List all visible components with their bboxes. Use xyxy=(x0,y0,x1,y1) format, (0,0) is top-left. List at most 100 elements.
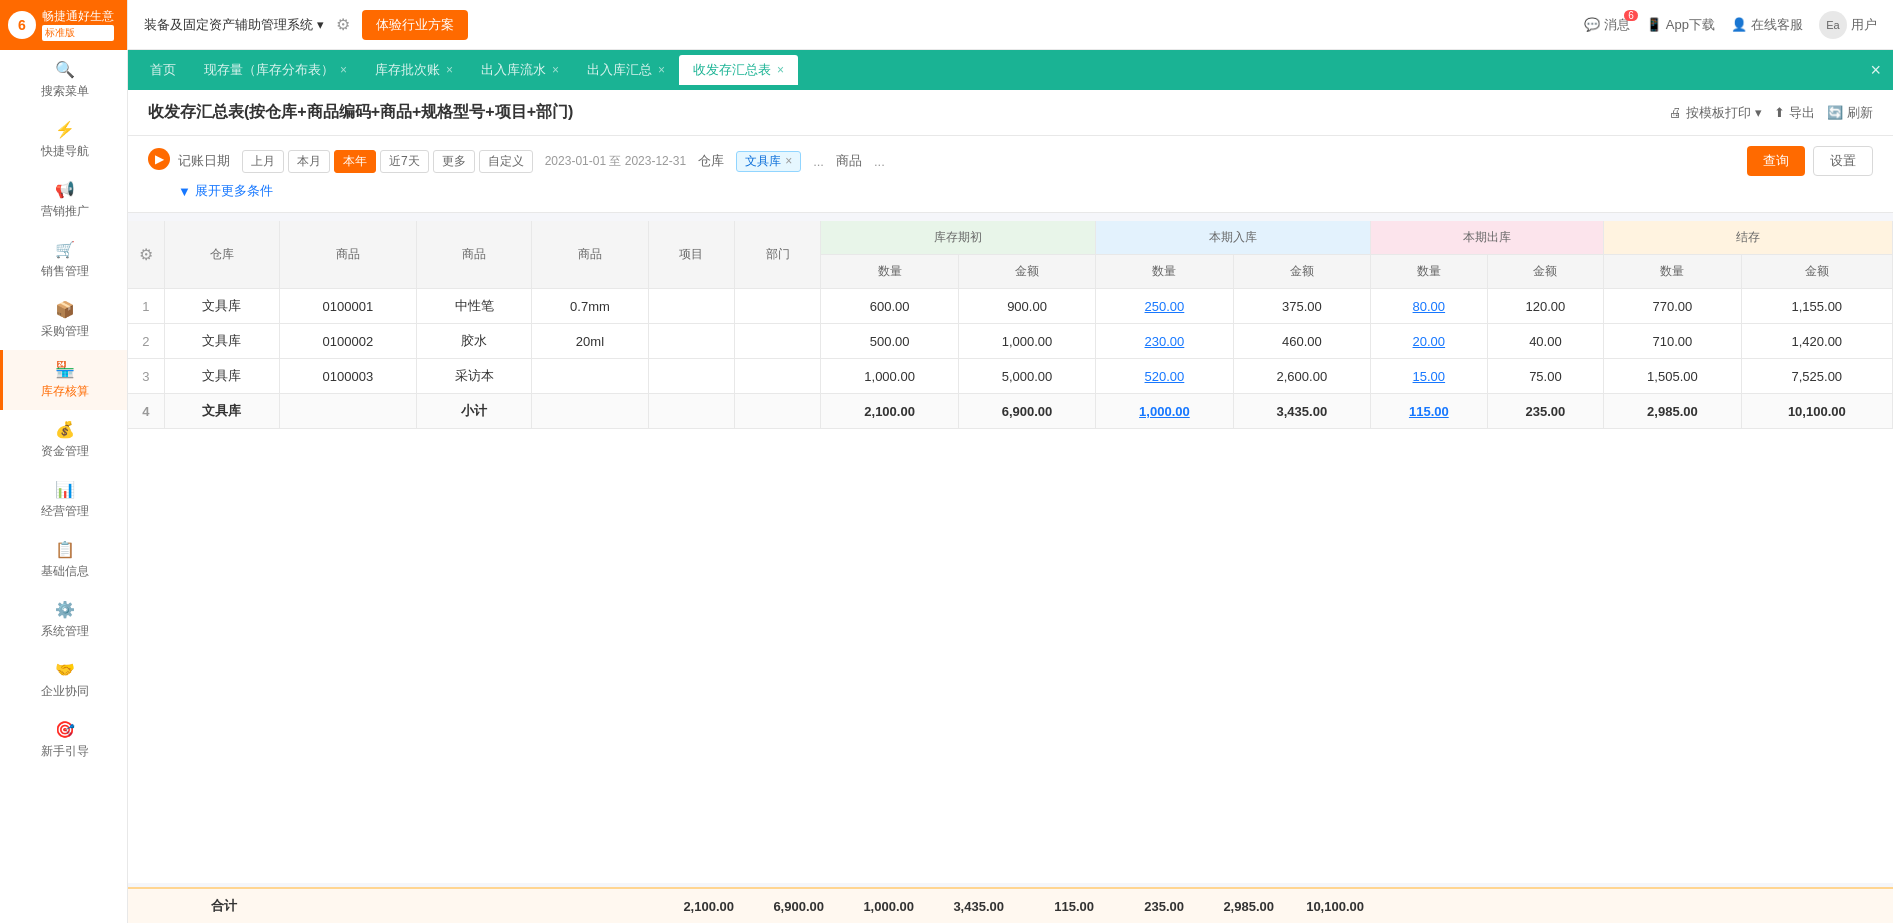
out-qty-link[interactable]: 15.00 xyxy=(1413,369,1446,384)
query-button[interactable]: 查询 xyxy=(1747,146,1805,176)
sidebar-item-base[interactable]: 📋基础信息 xyxy=(0,530,127,590)
table-section: ⚙ 仓库 商品 商品 商品 项目 部门 库存期初 本期入库 本期出库 结存 xyxy=(128,221,1893,883)
sidebar-label-sales: 销售管理 xyxy=(41,263,89,280)
sidebar-item-enterprise[interactable]: 🤝企业协同 xyxy=(0,650,127,710)
sidebar-item-system[interactable]: ⚙️系统管理 xyxy=(0,590,127,650)
settings-icon[interactable]: ⚙ xyxy=(336,15,350,34)
sidebar-item-quick[interactable]: ⚡快捷导航 xyxy=(0,110,127,170)
date-btn-本月[interactable]: 本月 xyxy=(288,150,330,173)
cell-bal-amt: 10,100.00 xyxy=(1741,394,1892,429)
warehouse-more[interactable]: ... xyxy=(813,154,824,169)
settings-button[interactable]: 设置 xyxy=(1813,146,1873,176)
cell-in-amt: 3,435.00 xyxy=(1233,394,1370,429)
sidebar-label-finance: 资金管理 xyxy=(41,443,89,460)
trial-button[interactable]: 体验行业方案 xyxy=(362,10,468,40)
tab-close-stock-dist[interactable]: × xyxy=(340,63,347,77)
expand-more-button[interactable]: ▼ 展开更多条件 xyxy=(178,176,1873,202)
cell-warehouse: 文具库 xyxy=(164,324,279,359)
sidebar-item-marketing[interactable]: 📢 营销推广 xyxy=(0,170,127,230)
cell-name: 中性笔 xyxy=(417,289,532,324)
th-opening-group: 库存期初 xyxy=(821,221,1096,255)
in-qty-link[interactable]: 230.00 xyxy=(1145,334,1185,349)
sidebar: 6 畅捷通好生意 标准版 🔍搜索菜单⚡快捷导航📢营销推广🛒销售管理📦采购管理🏪库… xyxy=(0,0,128,923)
tab-inout-summary[interactable]: 出入库汇总× xyxy=(573,55,679,85)
cell-warehouse: 文具库 xyxy=(164,289,279,324)
sidebar-item-operations[interactable]: 📊经营管理 xyxy=(0,470,127,530)
product-filter-label: 商品 xyxy=(836,152,862,170)
tab-close-batch[interactable]: × xyxy=(446,63,453,77)
out-qty-link[interactable]: 80.00 xyxy=(1413,299,1446,314)
date-range-display: 2023-01-01 至 2023-12-31 xyxy=(545,153,686,170)
warehouse-tag-close[interactable]: × xyxy=(785,154,792,168)
in-qty-link[interactable]: 520.00 xyxy=(1145,369,1185,384)
date-btn-上月[interactable]: 上月 xyxy=(242,150,284,173)
table-row: 1 文具库 0100001 中性笔 0.7mm 600.00 900.00 25… xyxy=(128,289,1893,324)
top-header: 装备及固定资产辅助管理系统 ▾ ⚙ 体验行业方案 💬 消息 6 📱 App下载 … xyxy=(128,0,1893,50)
close-all-tabs-button[interactable]: × xyxy=(1866,56,1885,85)
th-product-spec: 商品 xyxy=(532,221,649,289)
tab-close-inout-flow[interactable]: × xyxy=(552,63,559,77)
footer-in-amt: 3,435.00 xyxy=(924,899,1014,914)
tab-receive-summary[interactable]: 收发存汇总表× xyxy=(679,55,798,85)
inventory-icon: 🏪 xyxy=(55,360,75,379)
sidebar-item-search[interactable]: 🔍搜索菜单 xyxy=(0,50,127,110)
sidebar-item-finance[interactable]: 💰资金管理 xyxy=(0,410,127,470)
cell-in-amt: 460.00 xyxy=(1233,324,1370,359)
cell-open-amt: 5,000.00 xyxy=(958,359,1095,394)
table-gear-icon[interactable]: ⚙ xyxy=(139,246,153,263)
sidebar-item-purchase[interactable]: 📦采购管理 xyxy=(0,290,127,350)
app-download-label: App下载 xyxy=(1666,16,1715,34)
tab-inout-flow[interactable]: 出入库流水× xyxy=(467,55,573,85)
cell-project xyxy=(648,289,734,324)
cell-open-qty: 2,100.00 xyxy=(821,394,958,429)
sidebar-item-inventory[interactable]: 🏪库存核算 xyxy=(0,350,127,410)
cell-in-qty: 520.00 xyxy=(1096,359,1233,394)
cell-out-amt: 75.00 xyxy=(1487,359,1604,394)
cell-bal-qty: 2,985.00 xyxy=(1604,394,1741,429)
cell-spec: 20ml xyxy=(532,324,649,359)
tab-stock-dist[interactable]: 现存量（库存分布表） × xyxy=(190,55,361,85)
table-row: 4 文具库 小计 2,100.00 6,900.00 1,000.00 3,43… xyxy=(128,394,1893,429)
online-service-item[interactable]: 👤 在线客服 xyxy=(1731,16,1803,34)
marketing-icon: 📢 xyxy=(55,180,75,199)
sidebar-label-marketing: 营销推广 xyxy=(41,203,89,220)
cell-dept xyxy=(735,324,821,359)
header-right: 💬 消息 6 📱 App下载 👤 在线客服 Ea 用户 xyxy=(1584,11,1877,39)
tab-batch[interactable]: 库存批次账× xyxy=(361,55,467,85)
tab-home[interactable]: 首页 xyxy=(136,55,190,85)
date-btn-更多[interactable]: 更多 xyxy=(433,150,475,173)
cell-name: 胶水 xyxy=(417,324,532,359)
page-header: 收发存汇总表(按仓库+商品编码+商品+规格型号+项目+部门) 🖨 按模板打印 ▾… xyxy=(128,90,1893,136)
th-open-amt: 金额 xyxy=(958,255,1095,289)
export-button[interactable]: ⬆ 导出 xyxy=(1774,104,1815,122)
th-bal-qty: 数量 xyxy=(1604,255,1741,289)
filter-collapse-button[interactable]: ▶ xyxy=(148,148,170,170)
app-download-item[interactable]: 📱 App下载 xyxy=(1646,16,1715,34)
sidebar-item-newbie[interactable]: 🎯新手引导 xyxy=(0,710,127,770)
tab-close-receive-summary[interactable]: × xyxy=(777,63,784,77)
out-qty-link[interactable]: 20.00 xyxy=(1413,334,1446,349)
warehouse-tag: 文具库 × xyxy=(736,151,801,172)
tab-close-inout-summary[interactable]: × xyxy=(658,63,665,77)
date-btn-本年[interactable]: 本年 xyxy=(334,150,376,173)
product-more[interactable]: ... xyxy=(874,154,885,169)
refresh-button[interactable]: 🔄 刷新 xyxy=(1827,104,1873,122)
logo-badge: 标准版 xyxy=(42,25,114,41)
cell-open-amt: 900.00 xyxy=(958,289,1095,324)
cell-code: 0100002 xyxy=(279,324,416,359)
out-qty-link[interactable]: 115.00 xyxy=(1409,404,1449,419)
system-title-dropdown[interactable]: 装备及固定资产辅助管理系统 ▾ xyxy=(144,16,324,34)
sidebar-item-sales[interactable]: 🛒销售管理 xyxy=(0,230,127,290)
in-qty-link[interactable]: 1,000.00 xyxy=(1139,404,1190,419)
print-template-button[interactable]: 🖨 按模板打印 ▾ xyxy=(1669,104,1762,122)
message-item[interactable]: 💬 消息 6 xyxy=(1584,16,1630,34)
user-item[interactable]: Ea 用户 xyxy=(1819,11,1877,39)
date-btn-自定义[interactable]: 自定义 xyxy=(479,150,533,173)
th-out-amt: 金额 xyxy=(1487,255,1604,289)
in-qty-link[interactable]: 250.00 xyxy=(1145,299,1185,314)
cell-out-qty: 115.00 xyxy=(1371,394,1488,429)
cell-bal-qty: 710.00 xyxy=(1604,324,1741,359)
date-btn-近7天[interactable]: 近7天 xyxy=(380,150,429,173)
cell-out-amt: 120.00 xyxy=(1487,289,1604,324)
tab-label-stock-dist: 现存量（库存分布表） xyxy=(204,61,334,79)
